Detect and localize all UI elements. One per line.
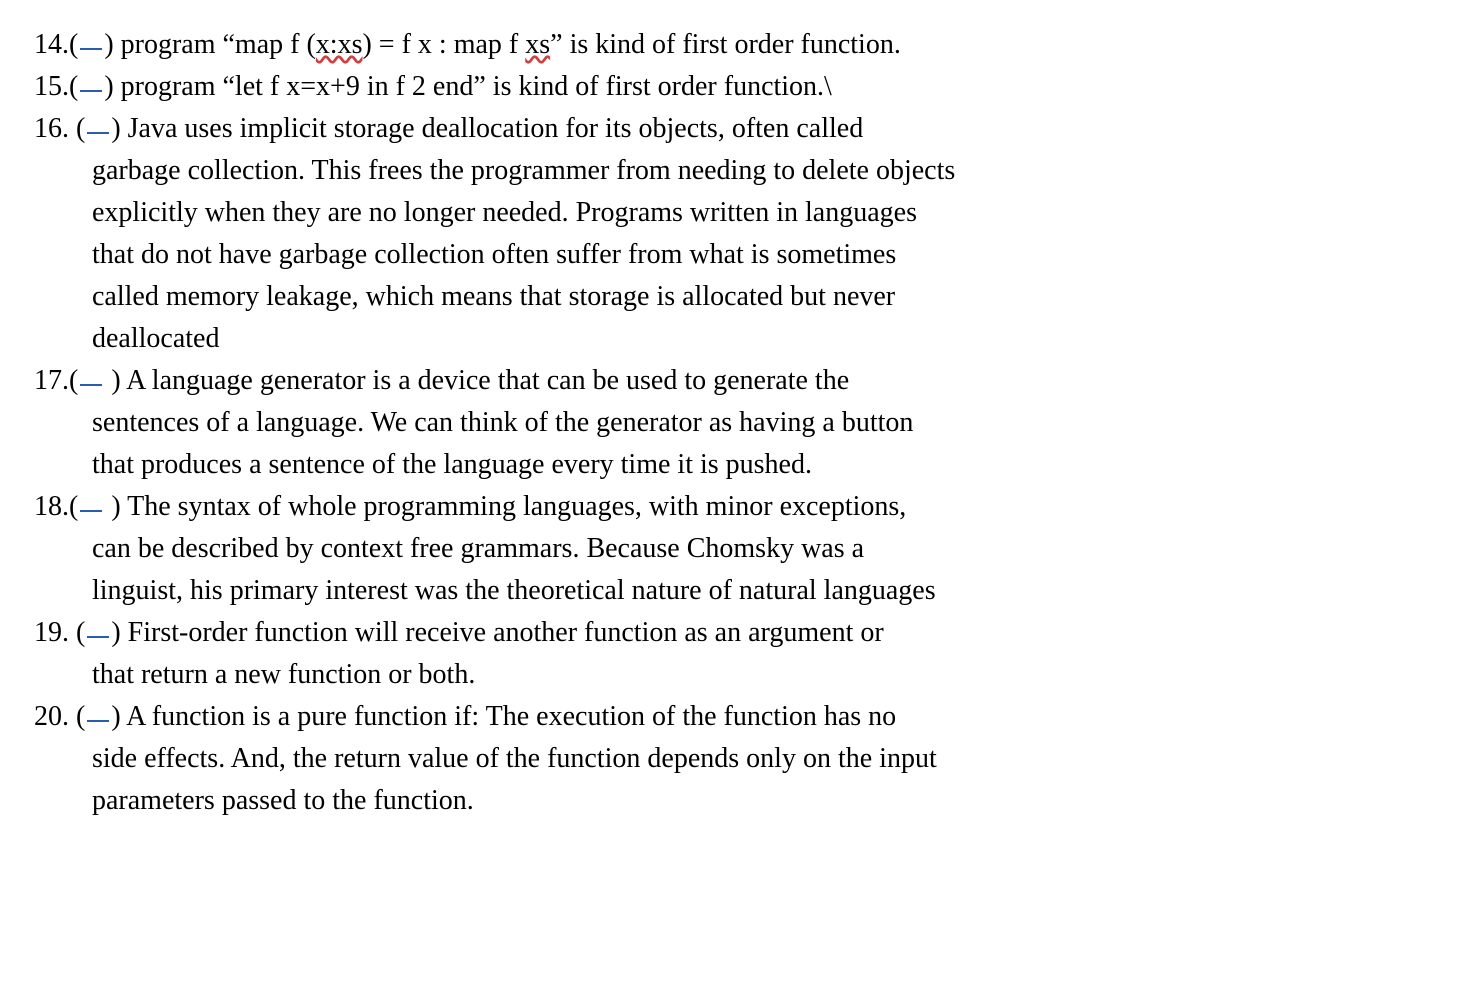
- question-14: 14.( ) program “map f (x:xs) = f x : map …: [34, 24, 1450, 66]
- question-line: side effects. And, the return value of t…: [92, 738, 1450, 780]
- question-number: 19.: [34, 617, 76, 648]
- answer-blank[interactable]: [87, 132, 109, 134]
- question-20: 20. ( ) A function is a pure function if:…: [34, 696, 1450, 822]
- question-number: 18.: [34, 491, 69, 522]
- paren-open: (: [69, 365, 78, 396]
- question-number: 16.: [34, 113, 76, 144]
- question-text-part1: ) program “map f (: [104, 29, 315, 60]
- question-line: parameters passed to the function.: [92, 780, 1450, 822]
- question-16: 16. ( ) Java uses implicit storage deallo…: [34, 108, 1450, 360]
- paren-open: (: [76, 113, 85, 144]
- spellcheck-text: xs: [525, 29, 550, 60]
- question-line: deallocated: [92, 318, 1450, 360]
- answer-blank[interactable]: [80, 90, 102, 92]
- question-line: linguist, his primary interest was the t…: [92, 570, 1450, 612]
- answer-blank[interactable]: [87, 720, 109, 722]
- paren-open: (: [69, 29, 78, 60]
- spellcheck-text: x:xs: [316, 29, 363, 60]
- answer-blank[interactable]: [80, 48, 102, 50]
- paren-open: (: [76, 617, 85, 648]
- question-line: called memory leakage, which means that …: [92, 276, 1450, 318]
- paren-open: (: [76, 701, 85, 732]
- answer-blank[interactable]: [80, 510, 102, 512]
- question-number: 14.: [34, 29, 69, 60]
- question-text: ) A function is a pure function if: The …: [111, 701, 896, 732]
- paren-open: (: [69, 71, 78, 102]
- question-text: ) The syntax of whole programming langua…: [104, 491, 906, 522]
- question-line: that produces a sentence of the language…: [92, 444, 1450, 486]
- question-line: can be described by context free grammar…: [92, 528, 1450, 570]
- question-text-part2: ) = f x : map f: [362, 29, 525, 60]
- question-number: 20.: [34, 701, 76, 732]
- question-line: garbage collection. This frees the progr…: [92, 150, 1450, 192]
- answer-blank[interactable]: [80, 384, 102, 386]
- question-line: that do not have garbage collection ofte…: [92, 234, 1450, 276]
- answer-blank[interactable]: [87, 636, 109, 638]
- question-text: ) Java uses implicit storage deallocatio…: [111, 113, 863, 144]
- question-line: that return a new function or both.: [92, 654, 1450, 696]
- question-number: 15.: [34, 71, 69, 102]
- question-text-part3: ” is kind of first order function.: [550, 29, 901, 60]
- question-text: ) First-order function will receive anot…: [111, 617, 883, 648]
- question-number: 17.: [34, 365, 69, 396]
- question-19: 19. ( ) First-order function will receive…: [34, 612, 1450, 696]
- question-line: explicitly when they are no longer neede…: [92, 192, 1450, 234]
- question-15: 15.( ) program “let f x=x+9 in f 2 end” i…: [34, 66, 1450, 108]
- question-17: 17.( ) A language generator is a device …: [34, 360, 1450, 486]
- question-18: 18.( ) The syntax of whole programming l…: [34, 486, 1450, 612]
- question-text: ) program “let f x=x+9 in f 2 end” is ki…: [104, 71, 832, 102]
- paren-open: (: [69, 491, 78, 522]
- question-line: sentences of a language. We can think of…: [92, 402, 1450, 444]
- question-text: ) A language generator is a device that …: [104, 365, 849, 396]
